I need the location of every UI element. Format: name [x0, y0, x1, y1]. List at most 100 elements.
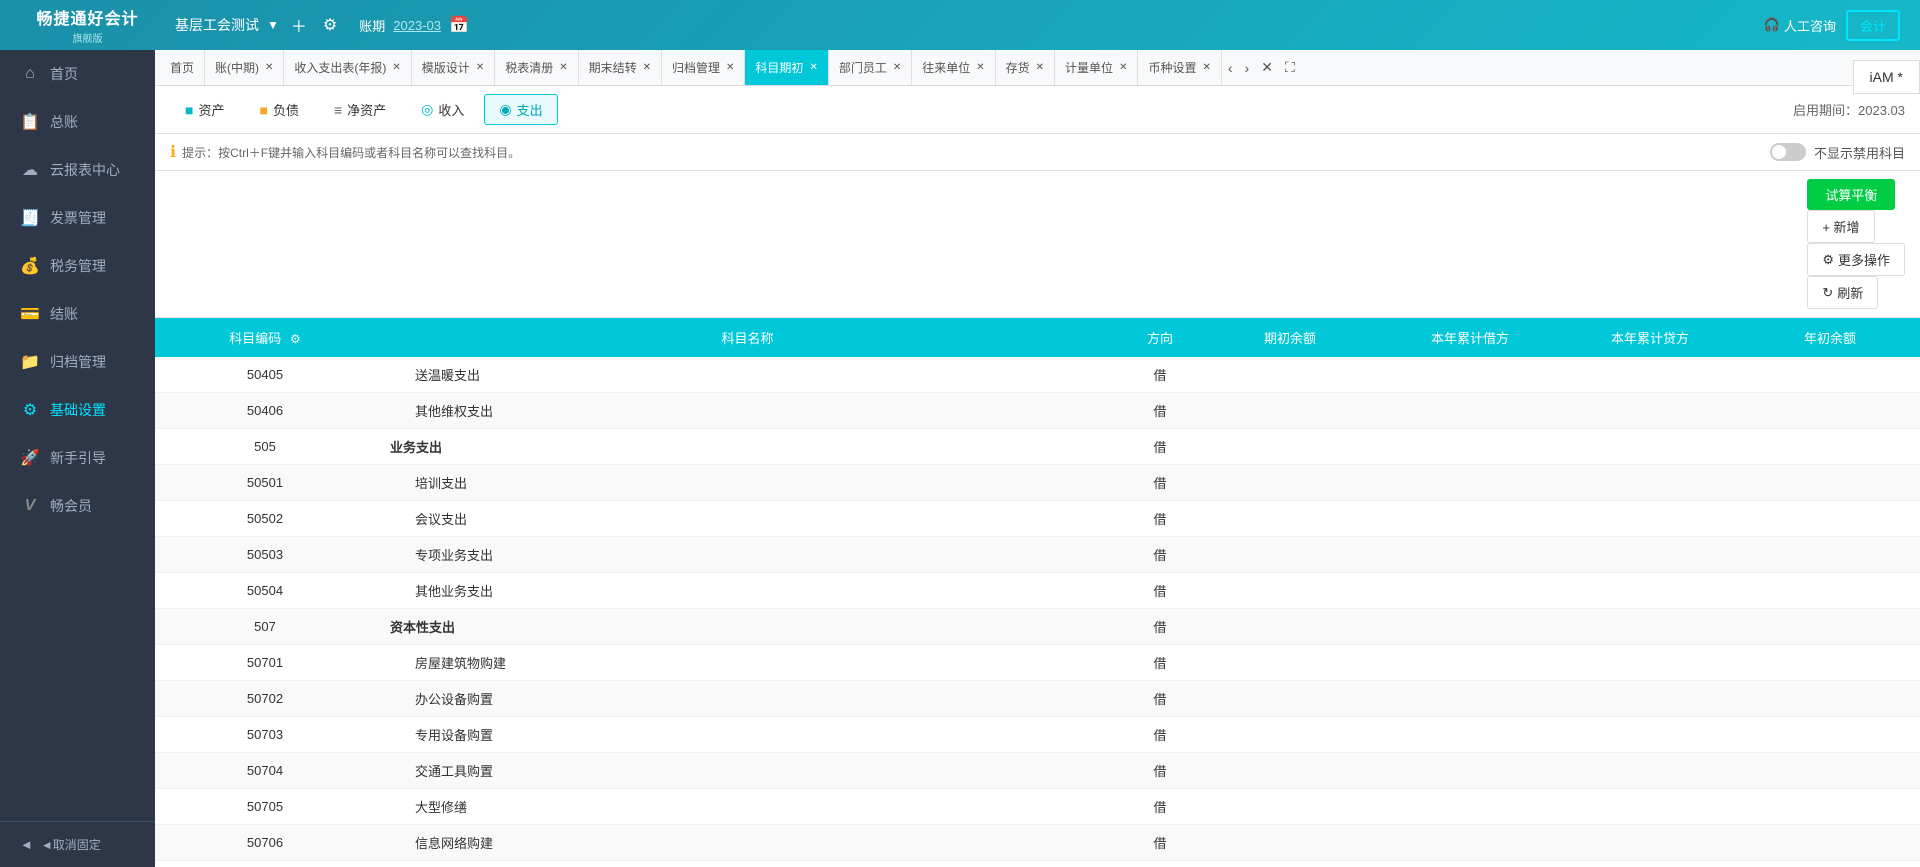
col-ytd-credit: 本年累计贷方 [1560, 318, 1740, 357]
cell-direction: 借 [1120, 825, 1200, 861]
tab-department[interactable]: 部门员工 ✕ [829, 50, 912, 85]
table-row[interactable]: 50503 专项业务支出 借 [155, 537, 1920, 573]
sidebar-item-invoice[interactable]: 🧾 发票管理 [0, 194, 155, 242]
tab-annual-report[interactable]: 收入支出表(年报) ✕ [284, 50, 411, 85]
sidebar-item-ledger[interactable]: 📋 总账 [0, 98, 155, 146]
tab-subject-initial[interactable]: 科目期初 ✕ [745, 50, 828, 85]
table-row[interactable]: 50406 其他维权支出 借 [155, 393, 1920, 429]
tab-close-period[interactable]: ✕ [265, 62, 273, 73]
tab-currency[interactable]: 币种设置 ✕ [1138, 50, 1221, 85]
sidebar-pin-toggle[interactable]: ◄ ◄取消固定 [0, 821, 155, 867]
table-row[interactable]: 50502 会议支出 借 [155, 501, 1920, 537]
table-row[interactable]: 50707 其他资本性支出 借 [155, 861, 1920, 867]
sub-tab-asset[interactable]: ■ 资产 [170, 94, 239, 125]
tab-close-template[interactable]: ✕ [476, 62, 484, 73]
table-row[interactable]: 507 资本性支出 借 [155, 609, 1920, 645]
cell-direction: 借 [1120, 753, 1200, 789]
sidebar-item-settings[interactable]: ⚙ 基础设置 [0, 386, 155, 434]
table-row[interactable]: 50702 办公设备购置 借 [155, 681, 1920, 717]
cell-direction: 借 [1120, 717, 1200, 753]
tab-nav-right[interactable]: › [1239, 60, 1256, 76]
subject-table: 科目编码 ⚙ 科目名称 方向 期初余额 本年累计借方 本年累计贷方 年初余额 5… [155, 318, 1920, 867]
period-value[interactable]: 2023-03 [393, 18, 441, 33]
tab-close-dept[interactable]: ✕ [893, 62, 901, 73]
period-info: 启用期间：2023.03 [1793, 100, 1905, 119]
table-row[interactable]: 50704 交通工具购置 借 [155, 753, 1920, 789]
tab-close-contacts[interactable]: ✕ [976, 62, 984, 73]
table-row[interactable]: 50706 信息网络购建 借 [155, 825, 1920, 861]
accountant-btn[interactable]: 会计 [1846, 10, 1900, 41]
table-row[interactable]: 50701 房屋建筑物购建 借 [155, 645, 1920, 681]
tab-unit[interactable]: 计量单位 ✕ [1055, 50, 1138, 85]
sub-tab-liability[interactable]: ■ 负债 [244, 94, 313, 125]
app-subtitle: 旗舰版 [73, 30, 103, 45]
cell-ytd-debit [1380, 537, 1560, 573]
table-wrapper[interactable]: 科目编码 ⚙ 科目名称 方向 期初余额 本年累计借方 本年累计贷方 年初余额 5… [155, 318, 1920, 867]
table-row[interactable]: 50705 大型修缮 借 [155, 789, 1920, 825]
cell-ytd-credit [1560, 501, 1740, 537]
tab-close-tax[interactable]: ✕ [559, 62, 567, 73]
ledger-icon: 📋 [20, 112, 40, 132]
tab-close-all[interactable]: ✕ [1255, 59, 1279, 76]
sub-tab-expense[interactable]: ◉ 支出 [484, 94, 557, 125]
sub-tab-income[interactable]: ◎ 收入 [406, 94, 479, 125]
toggle-area: 不显示禁用科目 [1770, 143, 1905, 162]
tab-close-annual[interactable]: ✕ [392, 62, 400, 73]
table-row[interactable]: 50501 培训支出 借 [155, 465, 1920, 501]
table-row[interactable]: 50504 其他业务支出 借 [155, 573, 1920, 609]
disable-toggle[interactable] [1770, 143, 1806, 161]
tab-close-currency[interactable]: ✕ [1202, 62, 1210, 73]
company-dropdown-icon[interactable]: ▼ [267, 18, 279, 32]
sidebar-item-member[interactable]: V 畅会员 [0, 482, 155, 530]
tab-close-unit[interactable]: ✕ [1119, 62, 1127, 73]
tab-contacts[interactable]: 往来单位 ✕ [912, 50, 995, 85]
cell-name: 业务支出 [375, 429, 1120, 465]
sidebar-item-home[interactable]: ⌂ 首页 [0, 50, 155, 98]
tab-template[interactable]: 模版设计 ✕ [412, 50, 495, 85]
tab-expand-icon[interactable]: ⛶ [1279, 59, 1301, 76]
asset-icon: ■ [185, 102, 193, 118]
table-row[interactable]: 50703 专用设备购置 借 [155, 717, 1920, 753]
refresh-btn[interactable]: ↻ 刷新 [1807, 276, 1878, 309]
customer-service-btn[interactable]: 🎧 人工咨询 [1764, 16, 1836, 35]
col-direction: 方向 [1120, 318, 1200, 357]
sidebar-item-guide[interactable]: 🚀 新手引导 [0, 434, 155, 482]
balance-btn[interactable]: 试算平衡 [1807, 179, 1895, 210]
sub-tab-net-asset[interactable]: ≡ 净资产 [319, 94, 401, 125]
tab-close-inventory[interactable]: ✕ [1036, 62, 1044, 73]
sidebar-item-close[interactable]: 💳 结账 [0, 290, 155, 338]
add-company-icon[interactable]: ＋ [291, 13, 307, 37]
cell-initial-balance [1200, 465, 1380, 501]
cell-year-initial [1740, 609, 1920, 645]
sidebar-item-archive[interactable]: 📁 归档管理 [0, 338, 155, 386]
cell-name: 其他业务支出 [375, 573, 1120, 609]
calendar-icon[interactable]: 📅 [449, 15, 469, 35]
tab-period-report[interactable]: 账(中期) ✕ [205, 50, 284, 85]
sidebar-item-tax[interactable]: 💰 税务管理 [0, 242, 155, 290]
cell-ytd-debit [1380, 429, 1560, 465]
tab-close-archive[interactable]: ✕ [726, 62, 734, 73]
col-ytd-debit: 本年累计借方 [1380, 318, 1560, 357]
col-settings-icon[interactable]: ⚙ [290, 332, 301, 346]
tab-close-transfer[interactable]: ✕ [643, 62, 651, 73]
cell-ytd-credit [1560, 357, 1740, 393]
tab-tax-table[interactable]: 税表清册 ✕ [495, 50, 578, 85]
cell-code: 507 [155, 609, 375, 645]
tab-home[interactable]: 首页 [160, 50, 205, 85]
table-row[interactable]: 50405 送温暖支出 借 [155, 357, 1920, 393]
iam-badge[interactable]: iAM * [1853, 60, 1920, 94]
tab-archive[interactable]: 归档管理 ✕ [662, 50, 745, 85]
add-btn[interactable]: + 新增 [1807, 210, 1874, 243]
tab-nav-left[interactable]: ‹ [1222, 60, 1239, 76]
table-row[interactable]: 505 业务支出 借 [155, 429, 1920, 465]
cell-initial-balance [1200, 825, 1380, 861]
cell-direction: 借 [1120, 537, 1200, 573]
tab-period-transfer[interactable]: 期末结转 ✕ [579, 50, 662, 85]
sidebar-item-reports[interactable]: ☁ 云报表中心 [0, 146, 155, 194]
tab-inventory[interactable]: 存货 ✕ [996, 50, 1055, 85]
tab-close-subject[interactable]: ✕ [809, 62, 817, 73]
cell-initial-balance [1200, 357, 1380, 393]
settings-icon[interactable]: ⚙ [323, 15, 337, 35]
more-btn[interactable]: ⚙ 更多操作 [1807, 243, 1905, 276]
cell-ytd-credit [1560, 825, 1740, 861]
